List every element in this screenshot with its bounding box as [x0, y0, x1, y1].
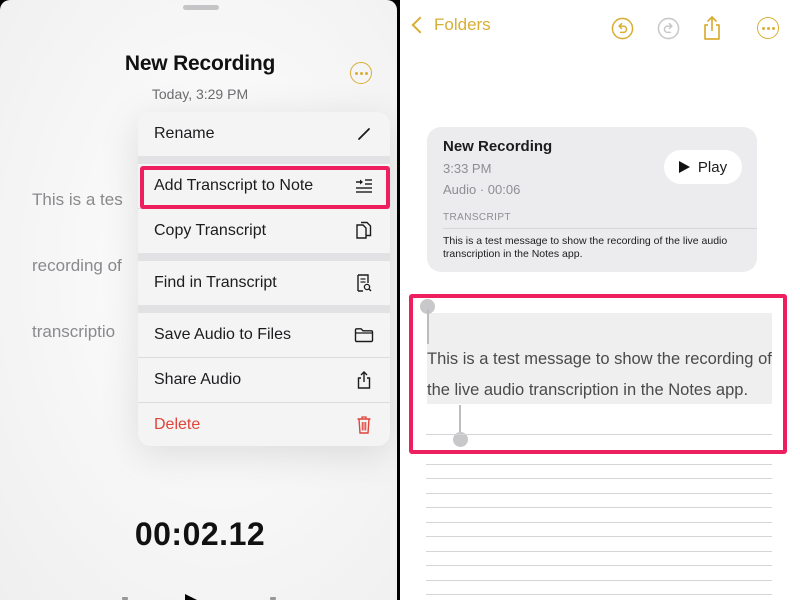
transcript-line: transcriptio	[32, 322, 116, 341]
menu-item-copy-transcript[interactable]: Copy Transcript	[138, 209, 390, 253]
menu-item-delete[interactable]: Delete	[138, 403, 390, 446]
recording-timer: 00:02.12	[134, 516, 266, 552]
note-rule-line	[426, 536, 772, 537]
selection-start-caret	[427, 309, 429, 344]
back-button[interactable]: Folders	[410, 15, 491, 35]
note-rule-line	[426, 594, 772, 595]
copy-documents-icon	[354, 221, 374, 241]
recording-title: New Recording	[124, 52, 276, 75]
back-label: Folders	[434, 15, 491, 34]
pencil-icon	[354, 124, 374, 144]
card-divider	[443, 228, 757, 229]
sheet-grabber[interactable]	[183, 5, 219, 10]
transcript-line: This is a tes	[32, 190, 123, 209]
note-body-text[interactable]: This is a test message to show the recor…	[427, 344, 775, 406]
voice-memo-panel: New Recording Today, 3:29 PM This is a t…	[0, 0, 400, 600]
menu-item-find-in-transcript[interactable]: Find in Transcript	[138, 261, 390, 305]
menu-item-share-audio[interactable]: Share Audio	[138, 358, 390, 402]
chevron-left-icon	[411, 16, 429, 34]
note-rule-line	[426, 464, 772, 465]
card-time: 3:33 PM	[443, 161, 492, 176]
menu-item-label: Save Audio to Files	[154, 326, 291, 343]
menu-item-save-audio-to-files[interactable]: Save Audio to Files	[138, 313, 390, 357]
play-icon[interactable]	[185, 594, 199, 600]
play-icon	[678, 161, 690, 173]
menu-item-label: Find in Transcript	[154, 274, 277, 291]
menu-item-label: Copy Transcript	[154, 222, 267, 239]
context-menu: Rename Add Transcript to Note Copy Trans…	[138, 112, 390, 446]
background-transcript: This is a tes recording of transcriptio	[32, 145, 152, 387]
play-button[interactable]: Play	[664, 150, 742, 184]
redo-icon[interactable]	[656, 16, 680, 40]
recording-sheet: New Recording Today, 3:29 PM This is a t…	[0, 0, 397, 600]
notes-panel: Folders New Recording 3:33 PM Audio · 00…	[400, 0, 800, 600]
note-rule-line	[426, 551, 772, 552]
note-rule-line	[426, 434, 772, 435]
share-icon[interactable]	[700, 15, 724, 40]
transcript-line: recording of	[32, 256, 122, 275]
menu-item-label: Add Transcript to Note	[154, 177, 314, 194]
share-icon	[354, 370, 374, 390]
transcript-section-label: TRANSCRIPT	[443, 212, 511, 223]
undo-icon[interactable]	[610, 16, 634, 40]
card-title: New Recording	[443, 138, 553, 155]
recording-card[interactable]: New Recording 3:33 PM Audio · 00:06 Play…	[427, 127, 757, 272]
menu-item-add-transcript-to-note[interactable]: Add Transcript to Note	[138, 164, 390, 208]
folder-icon	[354, 325, 374, 345]
note-rule-line	[426, 580, 772, 581]
menu-group-separator	[138, 156, 390, 164]
text-insert-icon	[354, 176, 374, 196]
note-rule-line	[426, 565, 772, 566]
playback-controls	[0, 592, 400, 600]
note-rule-line	[426, 493, 772, 494]
play-label: Play	[697, 158, 728, 176]
menu-group-separator	[138, 253, 390, 261]
menu-item-label: Rename	[154, 125, 215, 142]
selection-end-caret	[459, 405, 461, 432]
trash-icon	[354, 415, 374, 435]
menu-item-rename[interactable]: Rename	[138, 112, 390, 156]
more-button[interactable]	[756, 16, 780, 40]
menu-group-separator	[138, 305, 390, 313]
note-rule-line	[426, 522, 772, 523]
ellipsis-circle-icon[interactable]	[350, 62, 372, 84]
card-meta: Audio · 00:06	[443, 182, 521, 197]
recording-date: Today, 3:29 PM	[151, 86, 249, 102]
menu-item-label: Share Audio	[154, 371, 242, 388]
note-rule-line	[426, 478, 772, 479]
find-document-icon	[354, 273, 374, 293]
ellipsis-circle-icon	[757, 17, 779, 39]
card-transcript: This is a test message to show the recor…	[443, 235, 728, 260]
menu-item-label: Delete	[154, 416, 201, 433]
note-rule-line	[426, 507, 772, 508]
